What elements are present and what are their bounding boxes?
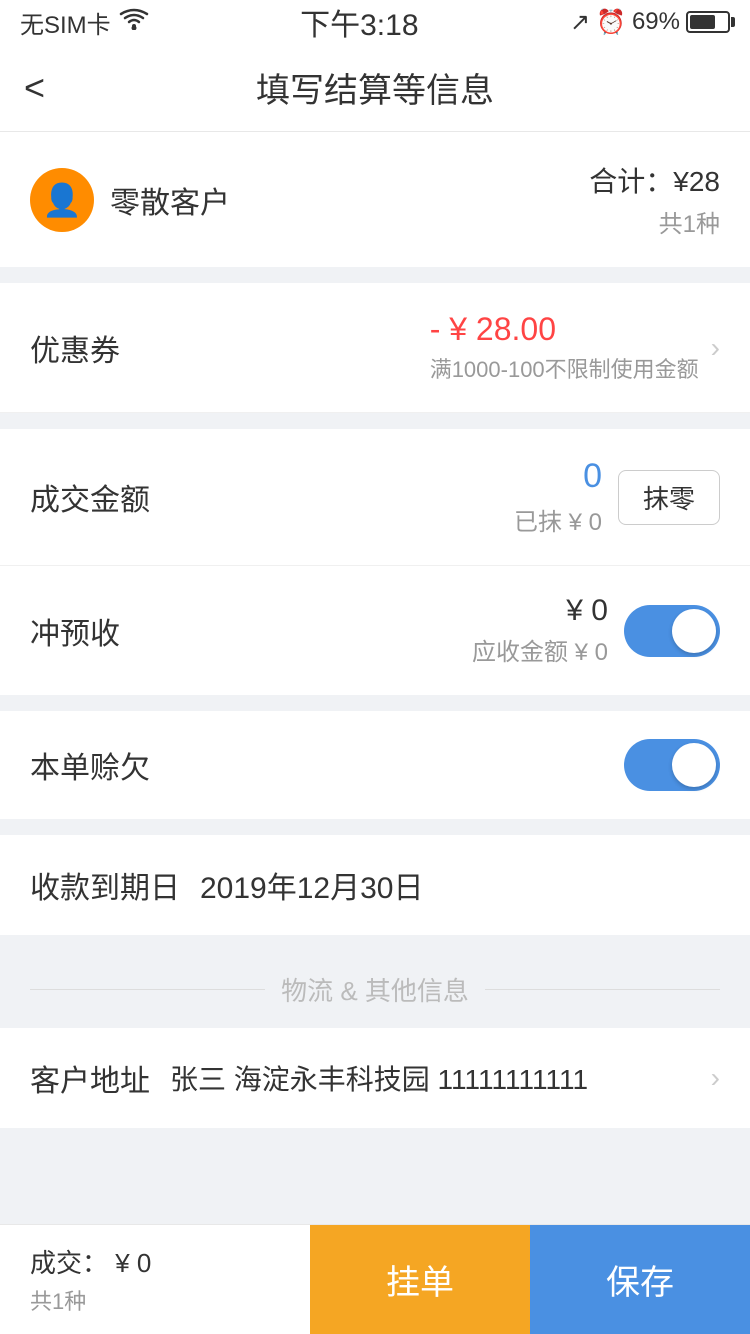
total-amount: 合计：¥28 — [589, 160, 720, 200]
prepay-label: 冲预收 — [30, 609, 120, 653]
transaction-sub-wrap: 0 已抹 ¥ 0 — [514, 457, 602, 537]
transaction-label: 成交金额 — [30, 475, 150, 519]
back-button[interactable]: < — [24, 67, 45, 109]
customer-row: 👤 零散客户 合计：¥28 共1种 — [0, 132, 750, 267]
debt-toggle[interactable] — [624, 739, 720, 791]
address-value: 张三 海淀永丰科技园 11111111111 — [170, 1058, 711, 1098]
debt-section: 本单赊欠 — [0, 711, 750, 819]
customer-right: 合计：¥28 共1种 — [589, 160, 720, 239]
nav-bar: < 填写结算等信息 — [0, 44, 750, 132]
coupon-amount: - ¥ 28.00 — [430, 311, 699, 348]
logistics-label: 物流 & 其他信息 — [30, 971, 720, 1008]
battery-icon — [686, 11, 730, 33]
bottom-deal-line: 成交： ¥ 0 — [30, 1243, 280, 1280]
bottom-deal-amount: ¥ 0 — [115, 1248, 151, 1278]
carrier-text: 无SIM卡 — [20, 5, 111, 40]
logistics-section: 物流 & 其他信息 — [0, 951, 750, 1028]
address-label: 客户地址 — [30, 1056, 150, 1100]
status-time: 下午3:18 — [300, 0, 418, 44]
alarm-icon: ⏰ — [596, 8, 626, 37]
status-left: 无SIM卡 — [20, 5, 149, 40]
address-chevron-icon: › — [711, 1062, 720, 1094]
bottom-count: 共1种 — [30, 1284, 280, 1316]
coupon-row[interactable]: 优惠券 - ¥ 28.00 满1000-100不限制使用金额 › — [0, 283, 750, 413]
prepay-right: ¥ 0 应收金额 ¥ 0 — [472, 594, 720, 667]
address-chevron: › — [711, 1062, 720, 1094]
pending-button[interactable]: 挂单 — [310, 1225, 530, 1334]
debt-label: 本单赊欠 — [30, 743, 150, 787]
prepay-amounts: ¥ 0 应收金额 ¥ 0 — [472, 594, 608, 667]
coupon-right: - ¥ 28.00 满1000-100不限制使用金额 › — [430, 311, 720, 384]
toggle-thumb — [672, 609, 716, 653]
transaction-right: 0 已抹 ¥ 0 抹零 — [514, 457, 720, 537]
status-bar: 无SIM卡 下午3:18 ↗ ⏰ 69% — [0, 0, 750, 44]
coupon-desc: 满1000-100不限制使用金额 — [430, 352, 699, 384]
save-button[interactable]: 保存 — [530, 1225, 750, 1334]
wifi-icon — [119, 8, 149, 37]
total-count: 共1种 — [589, 204, 720, 239]
coupon-section: 优惠券 - ¥ 28.00 满1000-100不限制使用金额 › — [0, 283, 750, 413]
coupon-info: - ¥ 28.00 满1000-100不限制使用金额 — [430, 311, 699, 384]
page-title: 填写结算等信息 — [256, 63, 494, 112]
prepay-toggle[interactable] — [624, 605, 720, 657]
chevron-right-icon: › — [711, 332, 720, 364]
bottom-summary: 成交： ¥ 0 共1种 — [0, 1243, 310, 1316]
prepay-sub: 应收金额 ¥ 0 — [472, 632, 608, 667]
bottom-deal-label: 成交： — [30, 1248, 108, 1278]
transaction-value: 0 — [514, 457, 602, 496]
round-button[interactable]: 抹零 — [618, 470, 720, 525]
customer-left: 👤 零散客户 — [30, 168, 230, 232]
bottom-bar: 成交： ¥ 0 共1种 挂单 保存 — [0, 1224, 750, 1334]
content: 👤 零散客户 合计：¥28 共1种 优惠券 - ¥ 28.00 满1000-10… — [0, 132, 750, 1248]
address-row[interactable]: 客户地址 张三 海淀永丰科技园 11111111111 › — [0, 1028, 750, 1128]
duedate-label: 收款到期日 — [30, 863, 180, 907]
transaction-row: 成交金额 0 已抹 ¥ 0 抹零 — [0, 429, 750, 566]
status-right: ↗ ⏰ 69% — [570, 8, 730, 37]
duedate-row: 收款到期日 2019年12月30日 — [0, 835, 750, 935]
customer-name: 零散客户 — [110, 178, 230, 222]
prepay-main: ¥ 0 — [472, 594, 608, 628]
prepay-row: 冲预收 ¥ 0 应收金额 ¥ 0 — [0, 566, 750, 695]
battery-percent: 69% — [632, 8, 680, 36]
debt-toggle-thumb — [672, 743, 716, 787]
customer-avatar: 👤 — [30, 168, 94, 232]
transaction-sub: 已抹 ¥ 0 — [514, 502, 602, 537]
avatar-icon: 👤 — [42, 181, 82, 219]
location-icon: ↗ — [570, 8, 590, 37]
transaction-section: 成交金额 0 已抹 ¥ 0 抹零 冲预收 ¥ 0 应收金额 ¥ 0 — [0, 429, 750, 695]
duedate-value: 2019年12月30日 — [200, 863, 423, 907]
coupon-label: 优惠券 — [30, 326, 120, 370]
